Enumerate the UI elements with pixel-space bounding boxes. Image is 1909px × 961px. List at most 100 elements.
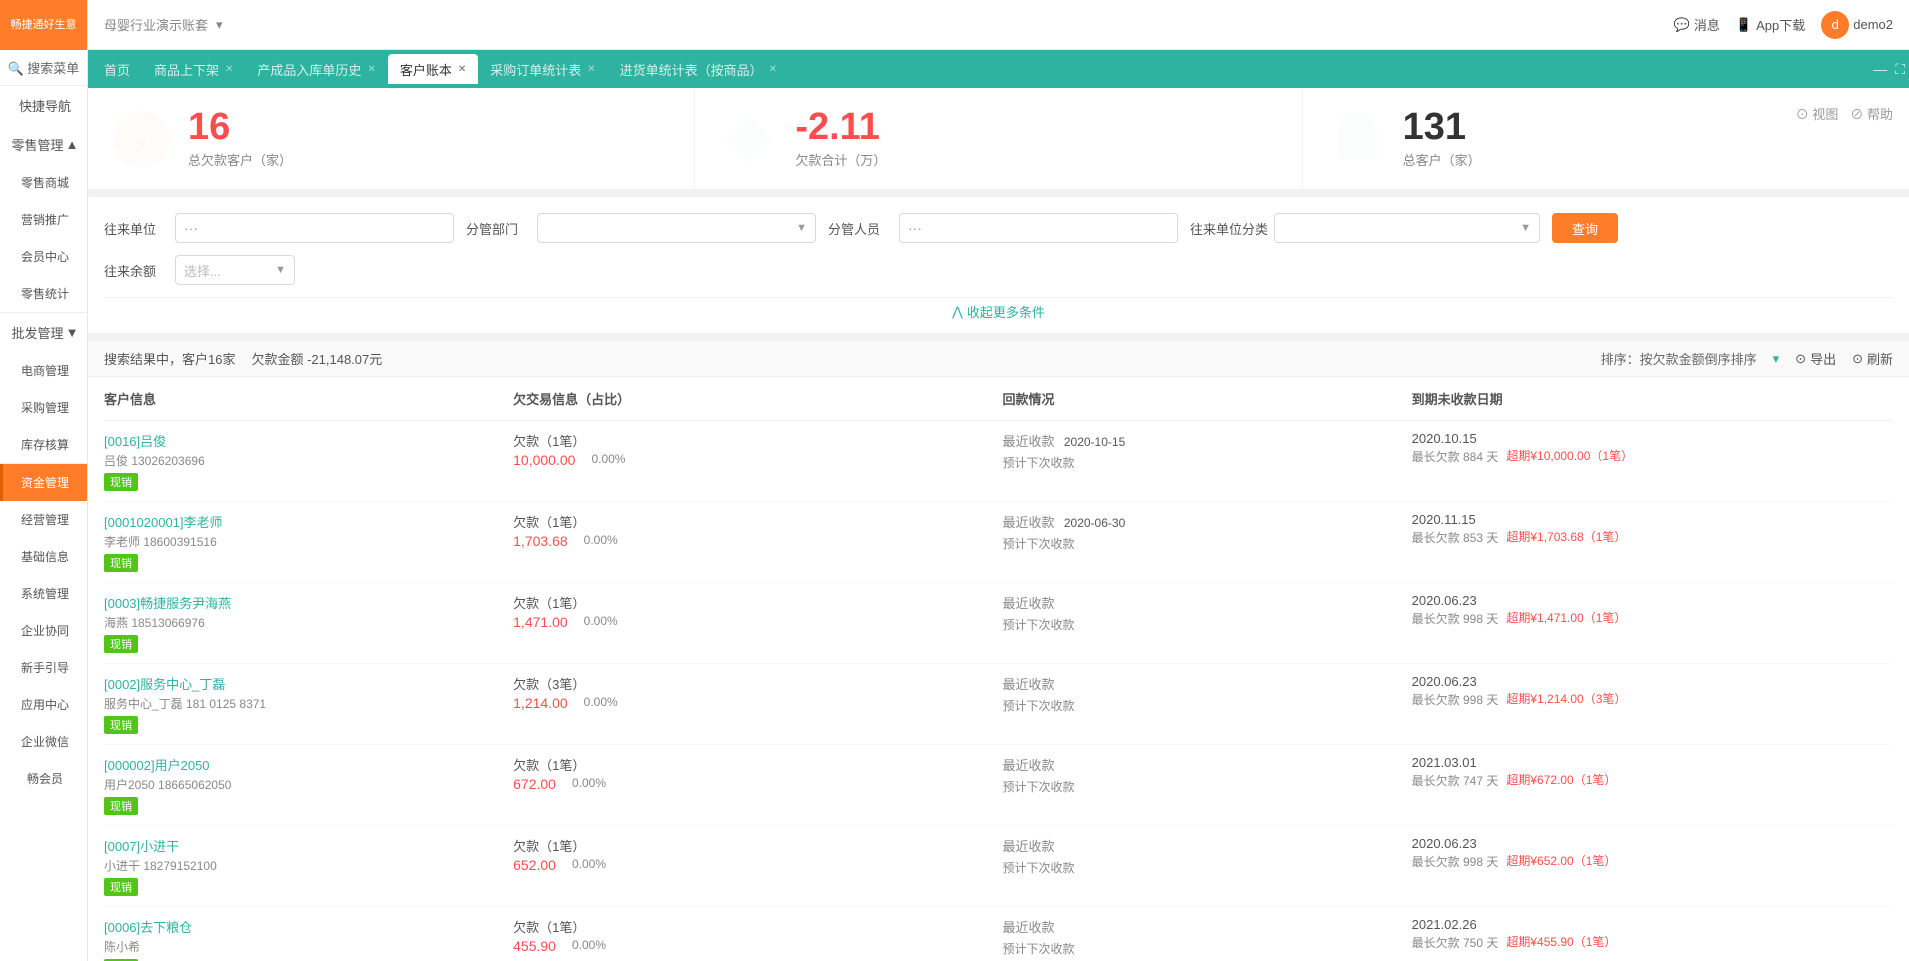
- unit-category-select[interactable]: ▼: [1274, 213, 1540, 243]
- table-row: [0003]畅捷服务尹海燕 海燕 18513066976 现销 欠款（1笔） 1…: [104, 583, 1893, 664]
- stat-card-actions: ⊙ 视图 ⊘ 帮助: [1796, 104, 1893, 123]
- tab-close-customer-account[interactable]: ✕: [458, 64, 466, 75]
- tab-close-product-history[interactable]: ✕: [367, 64, 375, 75]
- customer-name-4[interactable]: [000002]用户2050: [104, 755, 505, 774]
- yuan-icon: ¥: [112, 109, 172, 169]
- refresh-btn[interactable]: ⊙ 刷新: [1852, 349, 1893, 368]
- sidebar-item-capital-mgmt[interactable]: 资金管理: [0, 464, 87, 501]
- tab-minimize-btn[interactable]: —: [1873, 61, 1887, 77]
- balance-select[interactable]: 选择... ▼: [175, 255, 295, 285]
- tab-close-products-off[interactable]: ✕: [225, 64, 233, 75]
- app-download-label: App下载: [1756, 15, 1805, 34]
- manager-input[interactable]: ···: [899, 213, 1178, 243]
- tab-home[interactable]: 首页: [92, 54, 142, 84]
- sidebar-item-basic-info[interactable]: 基础信息: [0, 538, 87, 575]
- debt-amount-4: 672.00: [513, 776, 556, 792]
- sidebar-item-sys-mgmt[interactable]: 系统管理: [0, 575, 87, 612]
- sidebar-item-retail-mgmt[interactable]: 零售管理 ▲: [0, 125, 87, 164]
- overdue-date-3: 2020.06.23: [1412, 674, 1477, 689]
- filter-source-unit: 往来单位 ···: [104, 213, 454, 243]
- manager-dots: ···: [908, 220, 922, 236]
- sidebar-item-member[interactable]: 会员中心: [0, 238, 87, 275]
- sidebar-item-retail-stats[interactable]: 零售统计: [0, 275, 87, 312]
- dept-label: 分管部门: [466, 219, 531, 238]
- source-unit-input[interactable]: ···: [175, 213, 454, 243]
- tab-purchase-order[interactable]: 采购订单统计表 ✕: [478, 54, 607, 84]
- overdue-cell-0: 2020.10.15 最长欠款 884 天 超期¥10,000.00（1笔）: [1412, 431, 1893, 465]
- sidebar-item-enterprise-collab[interactable]: 企业协同: [0, 612, 87, 649]
- source-unit-label: 往来单位: [104, 219, 169, 238]
- sidebar-item-enterprise-wechat[interactable]: 企业微信: [0, 723, 87, 760]
- overdue-cell-2: 2020.06.23 最长欠款 998 天 超期¥1,471.00（1笔）: [1412, 593, 1893, 627]
- sidebar-item-newbie-guide[interactable]: 新手引导: [0, 649, 87, 686]
- overdue-amount-5[interactable]: 超期¥652.00（1笔）: [1506, 852, 1616, 869]
- tab-close-purchase-order[interactable]: ✕: [587, 64, 595, 75]
- return-next-2: 预计下次收款: [1003, 616, 1404, 633]
- dept-select[interactable]: ▼: [537, 213, 816, 243]
- customer-name-0[interactable]: [0016]吕俊: [104, 431, 505, 450]
- sidebar-item-pro-member[interactable]: 畅会员: [0, 760, 87, 797]
- return-cell-0: 最近收款 2020-10-15 预计下次收款: [1003, 431, 1412, 471]
- refresh-icon: ⊙: [1852, 351, 1863, 367]
- customer-contact-0: 吕俊 13026203696: [104, 452, 505, 469]
- col-header-debt: 欠交易信息（占比）: [513, 389, 1002, 408]
- overdue-cell-1: 2020.11.15 最长欠款 853 天 超期¥1,703.68（1笔）: [1412, 512, 1893, 546]
- view-btn[interactable]: ⊙ 视图: [1796, 104, 1839, 123]
- customer-contact-3: 服务中心_丁磊 181 0125 8371: [104, 695, 505, 712]
- sidebar-item-inventory[interactable]: 库存核算: [0, 426, 87, 463]
- stat-card-total-customers: 131 总客户（家） ⊙ 视图 ⊘ 帮助: [1303, 88, 1909, 189]
- query-button[interactable]: 查询: [1552, 213, 1618, 243]
- customer-name-1[interactable]: [0001020001]李老师: [104, 512, 505, 531]
- overdue-amount-1[interactable]: 超期¥1,703.68（1笔）: [1506, 528, 1626, 545]
- sidebar-item-app-center[interactable]: 应用中心: [0, 686, 87, 723]
- tab-bar-actions: — ⛶: [1873, 61, 1905, 78]
- export-btn[interactable]: ⊙ 导出: [1795, 349, 1836, 368]
- tab-customer-account[interactable]: 客户账本 ✕: [388, 54, 478, 84]
- overdue-amount-6[interactable]: 超期¥455.90（1笔）: [1506, 933, 1616, 950]
- customer-name-2[interactable]: [0003]畅捷服务尹海燕: [104, 593, 505, 612]
- customer-tag-2: 现销: [104, 635, 138, 653]
- overdue-amount-0[interactable]: 超期¥10,000.00（1笔）: [1506, 447, 1633, 464]
- tab-expand-btn[interactable]: ⛶: [1895, 61, 1905, 78]
- tab-product-history[interactable]: 产成品入库单历史 ✕: [245, 54, 387, 84]
- building-icon: [1327, 109, 1387, 169]
- sidebar-item-marketing[interactable]: 营销推广: [0, 201, 87, 238]
- overdue-amount-2[interactable]: 超期¥1,471.00（1笔）: [1506, 609, 1626, 626]
- sidebar-search[interactable]: 🔍 搜索菜单: [0, 50, 87, 86]
- sidebar-item-batch-mgmt[interactable]: 批发管理 ▼: [0, 313, 87, 352]
- help-btn[interactable]: ⊘ 帮助: [1850, 104, 1893, 123]
- app-download-btn[interactable]: 📱 App下载: [1736, 15, 1805, 34]
- app-logo-text: 畅捷通好生意: [11, 18, 77, 32]
- sidebar-item-purchase-mgmt[interactable]: 采购管理: [0, 389, 87, 426]
- tab-close-purchase-stats[interactable]: ✕: [769, 64, 777, 75]
- customer-tag-3: 现销: [104, 716, 138, 734]
- tab-products-off-label: 商品上下架: [154, 60, 219, 79]
- debt-pct-0: 0.00%: [591, 452, 625, 466]
- overdue-amount-4[interactable]: 超期¥672.00（1笔）: [1506, 771, 1616, 788]
- search-label: 搜索菜单: [27, 61, 79, 76]
- return-next-5: 预计下次收款: [1003, 859, 1404, 876]
- dropdown-icon[interactable]: ▾: [216, 17, 223, 33]
- return-next-0: 预计下次收款: [1003, 454, 1404, 471]
- sidebar-item-quick-nav[interactable]: 快捷导航: [0, 86, 87, 125]
- customer-cell-1: [0001020001]李老师 李老师 18600391516 现销: [104, 512, 513, 572]
- filter-collapse-btn[interactable]: ⋀ 收起更多条件: [104, 297, 1893, 325]
- message-btn[interactable]: 💬 消息: [1674, 15, 1720, 34]
- customer-name-3[interactable]: [0002]服务中心_丁磊: [104, 674, 505, 693]
- app-logo[interactable]: 畅捷通好生意: [0, 0, 87, 50]
- sidebar-item-ops-mgmt[interactable]: 经营管理: [0, 501, 87, 538]
- avatar: d: [1821, 11, 1849, 39]
- tab-home-label: 首页: [104, 60, 130, 79]
- user-avatar-btn[interactable]: d demo2: [1821, 11, 1893, 39]
- sidebar-item-retail-shop[interactable]: 零售商城: [0, 164, 87, 201]
- tab-purchase-stats[interactable]: 进货单统计表（按商品） ✕: [608, 54, 789, 84]
- tab-products-off[interactable]: 商品上下架 ✕: [142, 54, 245, 84]
- customer-name-5[interactable]: [0007]小进干: [104, 836, 505, 855]
- balance-placeholder: 选择...: [184, 261, 221, 280]
- debt-amount-1: 1,703.68: [513, 533, 568, 549]
- return-next-1: 预计下次收款: [1003, 535, 1404, 552]
- sidebar-item-ecommerce[interactable]: 电商管理: [0, 352, 87, 389]
- customer-name-6[interactable]: [0006]去下粮仓: [104, 917, 505, 936]
- overdue-amount-3[interactable]: 超期¥1,214.00（3笔）: [1506, 690, 1626, 707]
- debt-cell-4: 欠款（1笔） 672.00 0.00%: [513, 755, 1002, 792]
